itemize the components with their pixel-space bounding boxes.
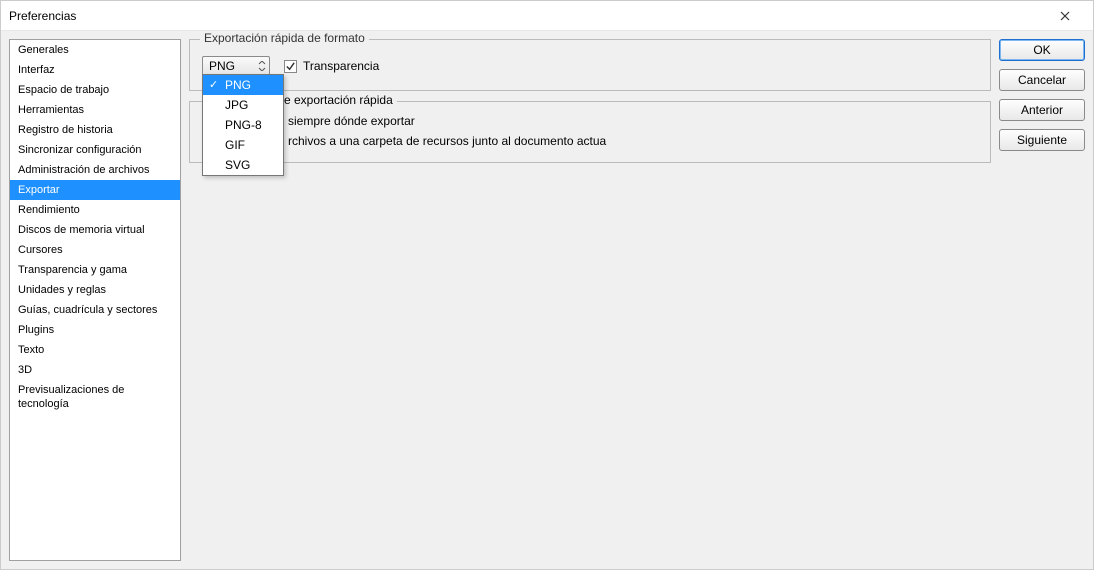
sidebar-item-7[interactable]: Exportar — [10, 180, 180, 200]
close-button[interactable] — [1045, 1, 1085, 31]
sidebar-item-17[interactable]: Previsualizaciones de tecnología — [10, 380, 180, 414]
sidebar-item-12[interactable]: Unidades y reglas — [10, 280, 180, 300]
format-option-png[interactable]: ✓PNG — [203, 75, 283, 95]
radio-row-2: rchivos a una carpeta de recursos junto … — [288, 134, 978, 148]
category-sidebar: GeneralesInterfazEspacio de trabajoHerra… — [9, 39, 181, 561]
next-button[interactable]: Siguiente — [999, 129, 1085, 151]
format-dropdown-list: ✓PNGJPGPNG-8GIFSVG — [202, 74, 284, 176]
sidebar-item-6[interactable]: Administración de archivos — [10, 160, 180, 180]
format-option-svg[interactable]: SVG — [203, 155, 283, 175]
prev-button[interactable]: Anterior — [999, 99, 1085, 121]
group-legend-2: e exportación rápida — [280, 93, 397, 107]
titlebar: Preferencias — [1, 1, 1093, 31]
format-option-jpg[interactable]: JPG — [203, 95, 283, 115]
format-select-value: PNG — [209, 59, 235, 73]
ok-button[interactable]: OK — [999, 39, 1085, 61]
main-panel: Exportación rápida de formato PNG Transp… — [189, 39, 991, 561]
checkmark-icon — [285, 61, 296, 72]
format-select[interactable]: PNG — [202, 56, 270, 76]
sidebar-item-3[interactable]: Herramientas — [10, 100, 180, 120]
transparency-label: Transparencia — [303, 59, 379, 73]
sidebar-item-15[interactable]: Texto — [10, 340, 180, 360]
sidebar-item-14[interactable]: Plugins — [10, 320, 180, 340]
close-icon — [1060, 11, 1070, 21]
sidebar-item-5[interactable]: Sincronizar configuración — [10, 140, 180, 160]
sidebar-item-8[interactable]: Rendimiento — [10, 200, 180, 220]
preferences-window: Preferencias GeneralesInterfazEspacio de… — [0, 0, 1094, 570]
checkmark-icon: ✓ — [209, 78, 218, 91]
radio-row-1: siempre dónde exportar — [288, 114, 978, 128]
sidebar-item-2[interactable]: Espacio de trabajo — [10, 80, 180, 100]
radio-label-2: rchivos a una carpeta de recursos junto … — [288, 134, 606, 148]
radio-label-1: siempre dónde exportar — [288, 114, 415, 128]
format-option-png-8[interactable]: PNG-8 — [203, 115, 283, 135]
group-legend: Exportación rápida de formato — [200, 31, 369, 45]
chevron-updown-icon — [258, 62, 266, 70]
cancel-button[interactable]: Cancelar — [999, 69, 1085, 91]
sidebar-item-10[interactable]: Cursores — [10, 240, 180, 260]
sidebar-item-9[interactable]: Discos de memoria virtual — [10, 220, 180, 240]
window-title: Preferencias — [9, 9, 1045, 23]
sidebar-item-4[interactable]: Registro de historia — [10, 120, 180, 140]
dialog-buttons: OK Cancelar Anterior Siguiente — [999, 39, 1085, 561]
sidebar-item-1[interactable]: Interfaz — [10, 60, 180, 80]
sidebar-item-16[interactable]: 3D — [10, 360, 180, 380]
format-option-gif[interactable]: GIF — [203, 135, 283, 155]
sidebar-item-11[interactable]: Transparencia y gama — [10, 260, 180, 280]
sidebar-item-0[interactable]: Generales — [10, 40, 180, 60]
dialog-body: GeneralesInterfazEspacio de trabajoHerra… — [1, 31, 1093, 569]
transparency-checkbox-wrap: Transparencia — [284, 59, 379, 73]
transparency-checkbox[interactable] — [284, 60, 297, 73]
sidebar-item-13[interactable]: Guías, cuadrícula y sectores — [10, 300, 180, 320]
quick-export-location-group: e exportación rápida siempre dónde expor… — [189, 101, 991, 163]
format-row: PNG Transparencia — [202, 50, 978, 76]
quick-export-format-group: Exportación rápida de formato PNG Transp… — [189, 39, 991, 91]
